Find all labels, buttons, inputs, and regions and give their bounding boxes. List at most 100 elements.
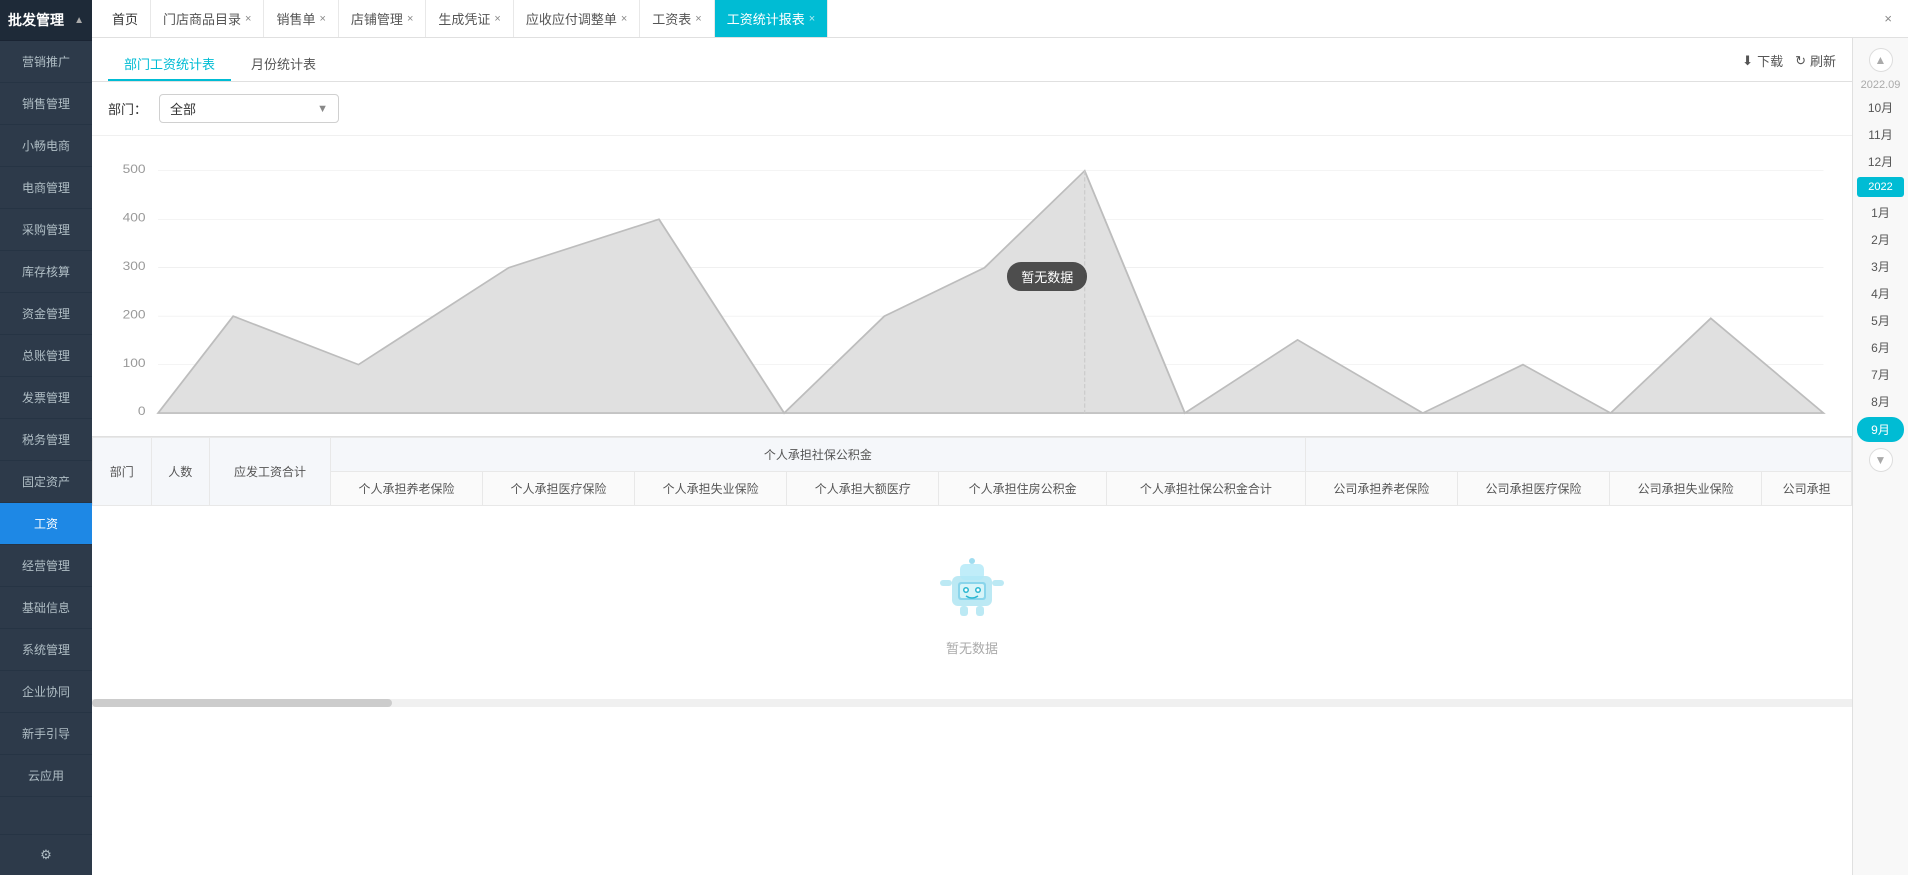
tab-bumen-gongzi[interactable]: 部门工资统计表 <box>108 48 231 81</box>
timeline-jan[interactable]: 1月 <box>1853 199 1908 226</box>
col-gs-yanglao: 公司承担养老保险 <box>1305 472 1457 506</box>
col-gs-yiliao: 公司承担医疗保险 <box>1457 472 1609 506</box>
empty-robot-icon <box>932 546 1012 626</box>
timeline-sep[interactable]: 9月 <box>1857 417 1904 442</box>
close-all-icon: × <box>1884 11 1892 26</box>
col-gs-shiye: 公司承担失业保险 <box>1610 472 1762 506</box>
col-zhufang: 个人承担住房公积金 <box>939 472 1107 506</box>
tab-close-gongzibiao[interactable]: × <box>695 13 701 25</box>
col-bumen: 部门 <box>93 438 152 506</box>
sidebar-collapse-icon[interactable]: ▲ <box>74 15 84 26</box>
tab-close-all[interactable]: × <box>1876 7 1900 30</box>
inner-tabs-right: ⬇ 下载 ↻ 刷新 <box>1742 51 1836 78</box>
refresh-icon: ↻ <box>1795 53 1806 69</box>
stats-table: 部门 人数 应发工资合计 个人承担社保公积金 个人承担养老保险 个人承担医疗保险… <box>92 437 1852 697</box>
tab-close-mendian[interactable]: × <box>245 13 251 25</box>
inner-tabs-left: 部门工资统计表 月份统计表 <box>108 48 332 81</box>
col-yiliao: 个人承担医疗保险 <box>483 472 635 506</box>
tab-close-yingshouyingfu[interactable]: × <box>621 13 627 25</box>
svg-text:400: 400 <box>123 210 146 224</box>
timeline-nov[interactable]: 11月 <box>1853 121 1908 148</box>
timeline-feb[interactable]: 2月 <box>1853 226 1908 253</box>
sidebar-item-guding[interactable]: 固定资产 <box>0 461 92 503</box>
sidebar-item-xiaochang[interactable]: 小畅电商 <box>0 125 92 167</box>
gear-icon: ⚙ <box>40 847 52 862</box>
timeline-down-button[interactable]: ▼ <box>1869 448 1893 472</box>
tab-gongzitongji[interactable]: 工资统计报表 × <box>715 0 828 38</box>
sidebar-item-xinshou[interactable]: 新手引导 <box>0 713 92 755</box>
sidebar-item-caigou[interactable]: 采购管理 <box>0 209 92 251</box>
tab-dianpu[interactable]: 店铺管理 × <box>339 0 426 38</box>
sidebar-item-gongzi[interactable]: 工资 <box>0 503 92 545</box>
content-area: 部门工资统计表 月份统计表 ⬇ 下载 ↻ 刷新 <box>92 38 1908 875</box>
empty-label: 暂无数据 <box>946 638 998 657</box>
tab-shengcheng[interactable]: 生成凭证 × <box>426 0 513 38</box>
sidebar-settings[interactable]: ⚙ <box>0 834 92 875</box>
table-wrapper[interactable]: 部门 人数 应发工资合计 个人承担社保公积金 个人承担养老保险 个人承担医疗保险… <box>92 436 1852 875</box>
tab-gongzibiao[interactable]: 工资表 × <box>640 0 714 38</box>
main-area: 首页 门店商品目录 × 销售单 × 店铺管理 × 生成凭证 × 应收应付调整单 … <box>92 0 1908 875</box>
tab-home[interactable]: 首页 <box>100 0 151 38</box>
sidebar-item-fapiao[interactable]: 发票管理 <box>0 377 92 419</box>
sidebar-item-xitong[interactable]: 系统管理 <box>0 629 92 671</box>
sidebar-item-kucun[interactable]: 库存核算 <box>0 251 92 293</box>
sidebar-item-qiye[interactable]: 企业协同 <box>0 671 92 713</box>
sidebar-item-xiaoshou[interactable]: 销售管理 <box>0 83 92 125</box>
col-shiye: 个人承担失业保险 <box>635 472 787 506</box>
sidebar-item-zijin[interactable]: 资金管理 <box>0 293 92 335</box>
refresh-button[interactable]: ↻ 刷新 <box>1795 51 1836 70</box>
timeline-dec[interactable]: 12月 <box>1853 148 1908 175</box>
timeline-aug[interactable]: 8月 <box>1853 388 1908 415</box>
tab-close-xiaoshoudan[interactable]: × <box>319 13 325 25</box>
tab-bar: 首页 门店商品目录 × 销售单 × 店铺管理 × 生成凭证 × 应收应付调整单 … <box>92 0 1908 38</box>
department-value: 全部 <box>170 99 196 118</box>
tab-xiaoshoudan[interactable]: 销售单 × <box>264 0 338 38</box>
sidebar-item-jingying[interactable]: 经营管理 <box>0 545 92 587</box>
timeline-jun[interactable]: 6月 <box>1853 334 1908 361</box>
timeline-current-year[interactable]: 2022 <box>1857 177 1904 197</box>
svg-text:100: 100 <box>123 356 146 370</box>
sidebar-title: 批发管理 <box>8 10 64 30</box>
sidebar-item-yingxiao[interactable]: 营销推广 <box>0 41 92 83</box>
timeline-mar[interactable]: 3月 <box>1853 253 1908 280</box>
sidebar-item-jichu[interactable]: 基础信息 <box>0 587 92 629</box>
timeline-jul[interactable]: 7月 <box>1853 361 1908 388</box>
sidebar-item-yunyingyong[interactable]: 云应用 <box>0 755 92 797</box>
chart-svg: 0 100 200 300 400 500 <box>108 146 1836 426</box>
chart-container: 0 100 200 300 400 500 <box>92 136 1852 436</box>
col-da-e: 个人承担大额医疗 <box>787 472 939 506</box>
filter-bar: 部门： 全部 ▼ <box>92 82 1852 136</box>
col-group-company <box>1305 438 1851 472</box>
tab-close-dianpu[interactable]: × <box>407 13 413 25</box>
col-renshu: 人数 <box>151 438 210 506</box>
sidebar-item-zongzhang[interactable]: 总账管理 <box>0 335 92 377</box>
page-content: 部门工资统计表 月份统计表 ⬇ 下载 ↻ 刷新 <box>92 38 1852 875</box>
download-button[interactable]: ⬇ 下载 <box>1742 51 1783 70</box>
svg-text:500: 500 <box>123 162 146 176</box>
svg-text:300: 300 <box>123 259 146 273</box>
timeline-oct[interactable]: 10月 <box>1853 94 1908 121</box>
timeline-apr[interactable]: 4月 <box>1853 280 1908 307</box>
col-yingfa: 应发工资合计 <box>210 438 331 506</box>
download-icon: ⬇ <box>1742 53 1753 69</box>
sidebar-item-dianshang[interactable]: 电商管理 <box>0 167 92 209</box>
timeline-up-button[interactable]: ▲ <box>1869 48 1893 72</box>
department-select[interactable]: 全部 ▼ <box>159 94 339 123</box>
filter-department-label: 部门： <box>108 99 147 118</box>
tab-close-gongzitongji[interactable]: × <box>809 13 815 25</box>
inner-tabs: 部门工资统计表 月份统计表 ⬇ 下载 ↻ 刷新 <box>92 38 1852 82</box>
sidebar-item-shuiwu[interactable]: 税务管理 <box>0 419 92 461</box>
svg-text:200: 200 <box>123 307 146 321</box>
tab-yuefen-tongji[interactable]: 月份统计表 <box>235 48 332 81</box>
col-group-geren: 个人承担社保公积金 <box>330 438 1305 472</box>
svg-text:0: 0 <box>138 404 146 418</box>
chevron-down-icon: ▼ <box>317 103 328 115</box>
tab-yingshouyingfu[interactable]: 应收应付调整单 × <box>514 0 640 38</box>
sidebar-header[interactable]: 批发管理 ▲ <box>0 0 92 41</box>
timeline-may[interactable]: 5月 <box>1853 307 1908 334</box>
col-gs-other: 公司承担 <box>1762 472 1852 506</box>
tab-close-shengcheng[interactable]: × <box>494 13 500 25</box>
tab-mendian[interactable]: 门店商品目录 × <box>151 0 264 38</box>
empty-row: 暂无数据 <box>93 506 1852 698</box>
col-geren-heji: 个人承担社保公积金合计 <box>1106 472 1305 506</box>
